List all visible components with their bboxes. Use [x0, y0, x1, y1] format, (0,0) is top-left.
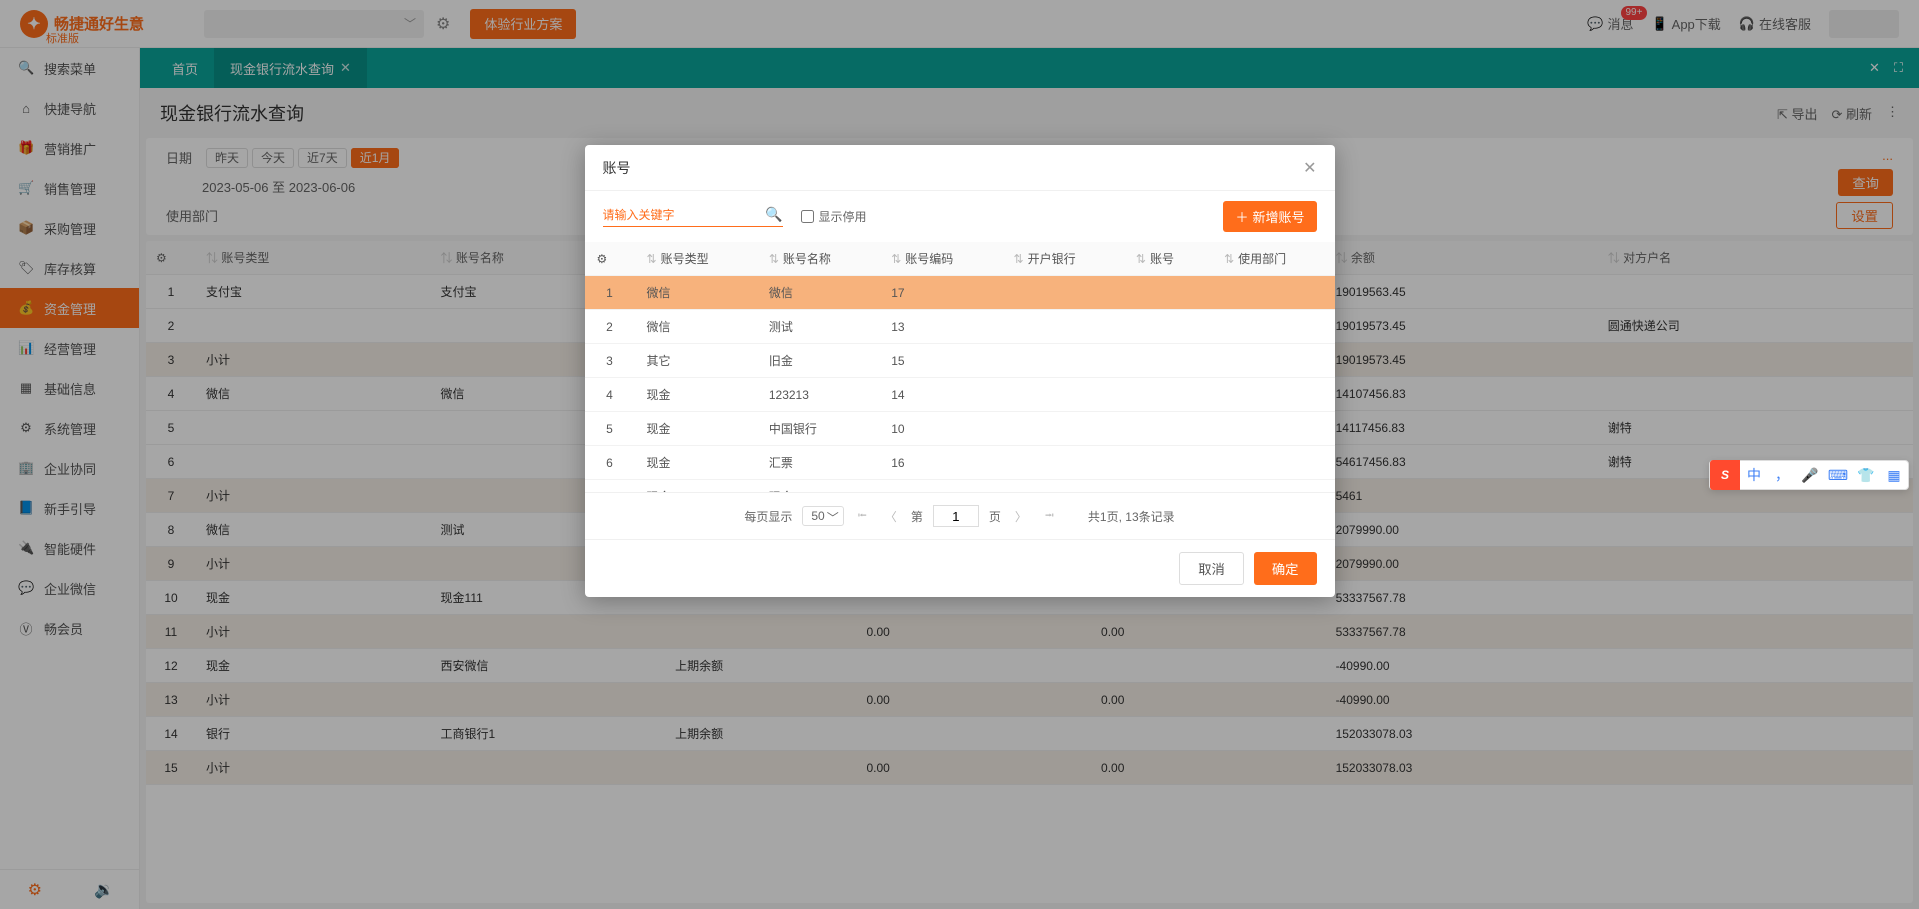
per-page-label: 每页显示 [744, 508, 792, 525]
ime-keyboard-icon[interactable]: ⌨ [1824, 467, 1852, 484]
column-header[interactable]: ⇅使用部门 [1212, 242, 1334, 276]
gear-icon[interactable]: ⚙ [597, 252, 608, 266]
ime-toolbar[interactable]: S 中 ， 🎤 ⌨ 👕 ▦ [1709, 460, 1909, 490]
next-page-icon[interactable]: 〉 [1011, 508, 1031, 525]
ok-button[interactable]: 确定 [1254, 552, 1317, 585]
pager: 每页显示 50 ﹀ ⭰ 〈 第 页 〉 ⭲ 共1页, 13条记录 [585, 492, 1335, 539]
ime-mic-icon[interactable]: 🎤 [1796, 467, 1824, 484]
plus-icon: ＋ [1235, 207, 1248, 226]
prev-page-icon[interactable]: 〈 [881, 508, 901, 525]
last-page-icon[interactable]: ⭲ [1041, 506, 1058, 527]
search-icon[interactable]: 🔍 [765, 206, 782, 223]
ime-grid-icon[interactable]: ▦ [1880, 467, 1908, 484]
table-row[interactable]: 3其它旧金15 [585, 344, 1335, 378]
column-header[interactable]: ⇅开户银行 [1002, 242, 1124, 276]
add-account-label: 新增账号 [1252, 207, 1304, 226]
account-modal: 账号 ✕ 🔍 显示停用 ＋ 新增账号 ⚙ ⇅账号类型⇅账号名称⇅账号编码⇅开户银行… [585, 145, 1335, 597]
page-input[interactable] [933, 505, 979, 527]
column-header[interactable]: ⇅账号编码 [879, 242, 1001, 276]
ime-lang[interactable]: 中 [1740, 465, 1768, 485]
show-disabled-checkbox[interactable]: 显示停用 [801, 208, 867, 225]
first-page-icon[interactable]: ⭰ [854, 506, 871, 527]
pager-info: 共1页, 13条记录 [1088, 508, 1175, 525]
table-row[interactable]: 2微信测试13 [585, 310, 1335, 344]
chevron-down-icon: ﹀ [827, 509, 839, 526]
show-disabled-label: 显示停用 [819, 208, 867, 225]
table-row[interactable]: 4现金12321314 [585, 378, 1335, 412]
table-row[interactable]: 7现金现金11101 [585, 480, 1335, 493]
column-header[interactable]: ⚙ [585, 242, 635, 276]
cancel-button[interactable]: 取消 [1179, 552, 1244, 585]
search-input[interactable] [603, 208, 753, 222]
column-header[interactable]: ⇅账号名称 [757, 242, 879, 276]
table-row[interactable]: 5现金中国银行10 [585, 412, 1335, 446]
page-pre-label: 第 [911, 508, 923, 525]
modal-title: 账号 [603, 158, 631, 178]
table-row[interactable]: 6现金汇票16 [585, 446, 1335, 480]
search-box: 🔍 [603, 206, 783, 227]
modal-table: ⚙ ⇅账号类型⇅账号名称⇅账号编码⇅开户银行⇅账号⇅使用部门 1微信微信172微信… [585, 242, 1335, 492]
ime-punct[interactable]: ， [1768, 465, 1796, 485]
page-post-label: 页 [989, 508, 1001, 525]
close-icon[interactable]: ✕ [1303, 158, 1316, 178]
column-header[interactable]: ⇅账号类型 [635, 242, 757, 276]
per-page-value: 50 [811, 509, 824, 523]
ime-skin-icon[interactable]: 👕 [1852, 467, 1880, 484]
per-page-select[interactable]: 50 ﹀ [802, 506, 843, 526]
ime-logo-icon: S [1710, 460, 1740, 490]
add-account-button[interactable]: ＋ 新增账号 [1223, 201, 1316, 232]
show-disabled-input[interactable] [801, 210, 814, 223]
table-row[interactable]: 1微信微信17 [585, 276, 1335, 310]
column-header[interactable]: ⇅账号 [1124, 242, 1212, 276]
